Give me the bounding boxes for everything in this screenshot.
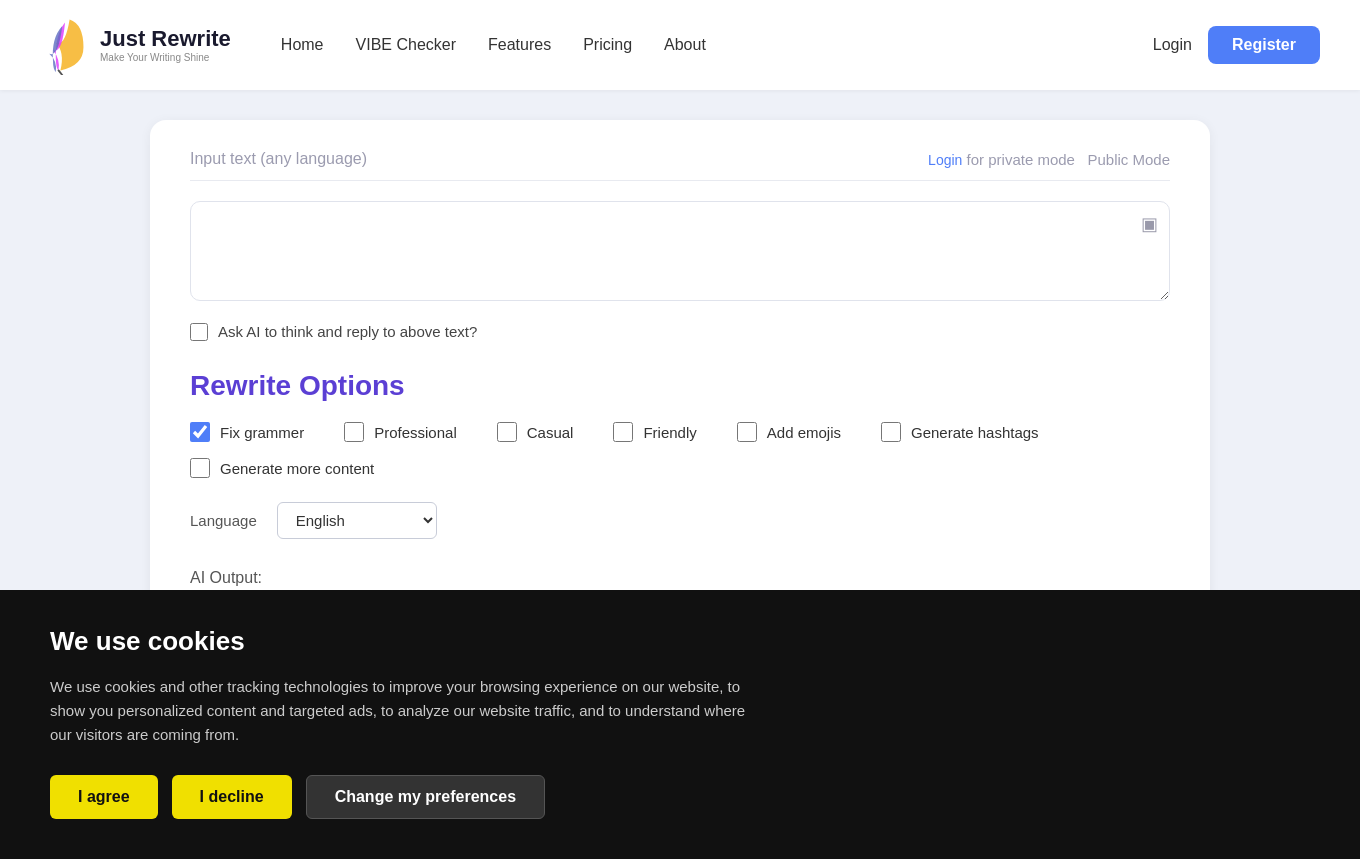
cookie-change-prefs-button[interactable]: Change my preferences <box>306 775 545 819</box>
language-select[interactable]: English Spanish French German Italian Po… <box>277 502 437 539</box>
header: Just Rewrite Make Your Writing Shine Hom… <box>0 0 1360 90</box>
private-mode-notice: Login for private mode Public Mode <box>928 151 1170 168</box>
checkbox-fix-grammer[interactable] <box>190 422 210 442</box>
options-grid: Fix grammer Professional Casual Friendly… <box>190 422 1170 478</box>
paste-icon: ▣ <box>1141 213 1158 235</box>
login-button[interactable]: Login <box>1153 36 1192 54</box>
option-generate-hashtags: Generate hashtags <box>881 422 1039 442</box>
checkbox-generate-hashtags[interactable] <box>881 422 901 442</box>
logo-main-text: Just Rewrite <box>100 27 231 51</box>
private-suffix: for private mode <box>962 151 1075 168</box>
label-professional: Professional <box>374 424 457 441</box>
checkbox-add-emojis[interactable] <box>737 422 757 442</box>
language-label: Language <box>190 511 257 531</box>
ai-think-checkbox[interactable] <box>190 323 208 341</box>
label-generate-more: Generate more content <box>220 460 374 477</box>
label-fix-grammer: Fix grammer <box>220 424 304 441</box>
input-label: Input text (any language) <box>190 150 367 168</box>
nav-home[interactable]: Home <box>281 36 324 54</box>
checkbox-professional[interactable] <box>344 422 364 442</box>
card-top-row: Input text (any language) Login for priv… <box>190 150 1170 168</box>
label-generate-hashtags: Generate hashtags <box>911 424 1039 441</box>
option-friendly: Friendly <box>613 422 696 442</box>
label-casual: Casual <box>527 424 574 441</box>
nav-features[interactable]: Features <box>488 36 551 54</box>
cookie-agree-button[interactable]: I agree <box>50 775 158 819</box>
option-casual: Casual <box>497 422 574 442</box>
svg-line-0 <box>59 70 63 75</box>
cookie-buttons: I agree I decline Change my preferences <box>50 775 1310 819</box>
option-generate-more: Generate more content <box>190 458 374 478</box>
private-login-link[interactable]: Login <box>928 152 962 168</box>
language-row: Language English Spanish French German I… <box>190 502 1170 539</box>
checkbox-friendly[interactable] <box>613 422 633 442</box>
label-friendly: Friendly <box>643 424 696 441</box>
divider <box>190 180 1170 181</box>
public-mode-label: Public Mode <box>1087 151 1170 168</box>
logo-sub-text: Make Your Writing Shine <box>100 52 231 63</box>
logo-link[interactable]: Just Rewrite Make Your Writing Shine <box>40 15 231 75</box>
nav-pricing[interactable]: Pricing <box>583 36 632 54</box>
logo-icon <box>40 15 90 75</box>
text-area-wrapper: ▣ <box>190 201 1170 305</box>
register-button[interactable]: Register <box>1208 26 1320 64</box>
ai-think-row: Ask AI to think and reply to above text? <box>190 321 1170 342</box>
nav-about[interactable]: About <box>664 36 706 54</box>
option-professional: Professional <box>344 422 457 442</box>
option-add-emojis: Add emojis <box>737 422 841 442</box>
cookie-body: We use cookies and other tracking techno… <box>50 675 750 747</box>
cookie-banner: We use cookies We use cookies and other … <box>0 590 1360 859</box>
ai-think-label: Ask AI to think and reply to above text? <box>218 321 477 342</box>
main-text-input[interactable] <box>190 201 1170 301</box>
checkbox-casual[interactable] <box>497 422 517 442</box>
label-add-emojis: Add emojis <box>767 424 841 441</box>
rewrite-options-title: Rewrite Options <box>190 370 1170 402</box>
cookie-decline-button[interactable]: I decline <box>172 775 292 819</box>
option-fix-grammer: Fix grammer <box>190 422 304 442</box>
main-nav: Home VIBE Checker Features Pricing About <box>281 36 1153 54</box>
cookie-title: We use cookies <box>50 626 1310 657</box>
header-actions: Login Register <box>1153 26 1320 64</box>
output-label: AI Output: <box>190 569 1170 587</box>
checkbox-generate-more[interactable] <box>190 458 210 478</box>
nav-vibe-checker[interactable]: VIBE Checker <box>356 36 456 54</box>
